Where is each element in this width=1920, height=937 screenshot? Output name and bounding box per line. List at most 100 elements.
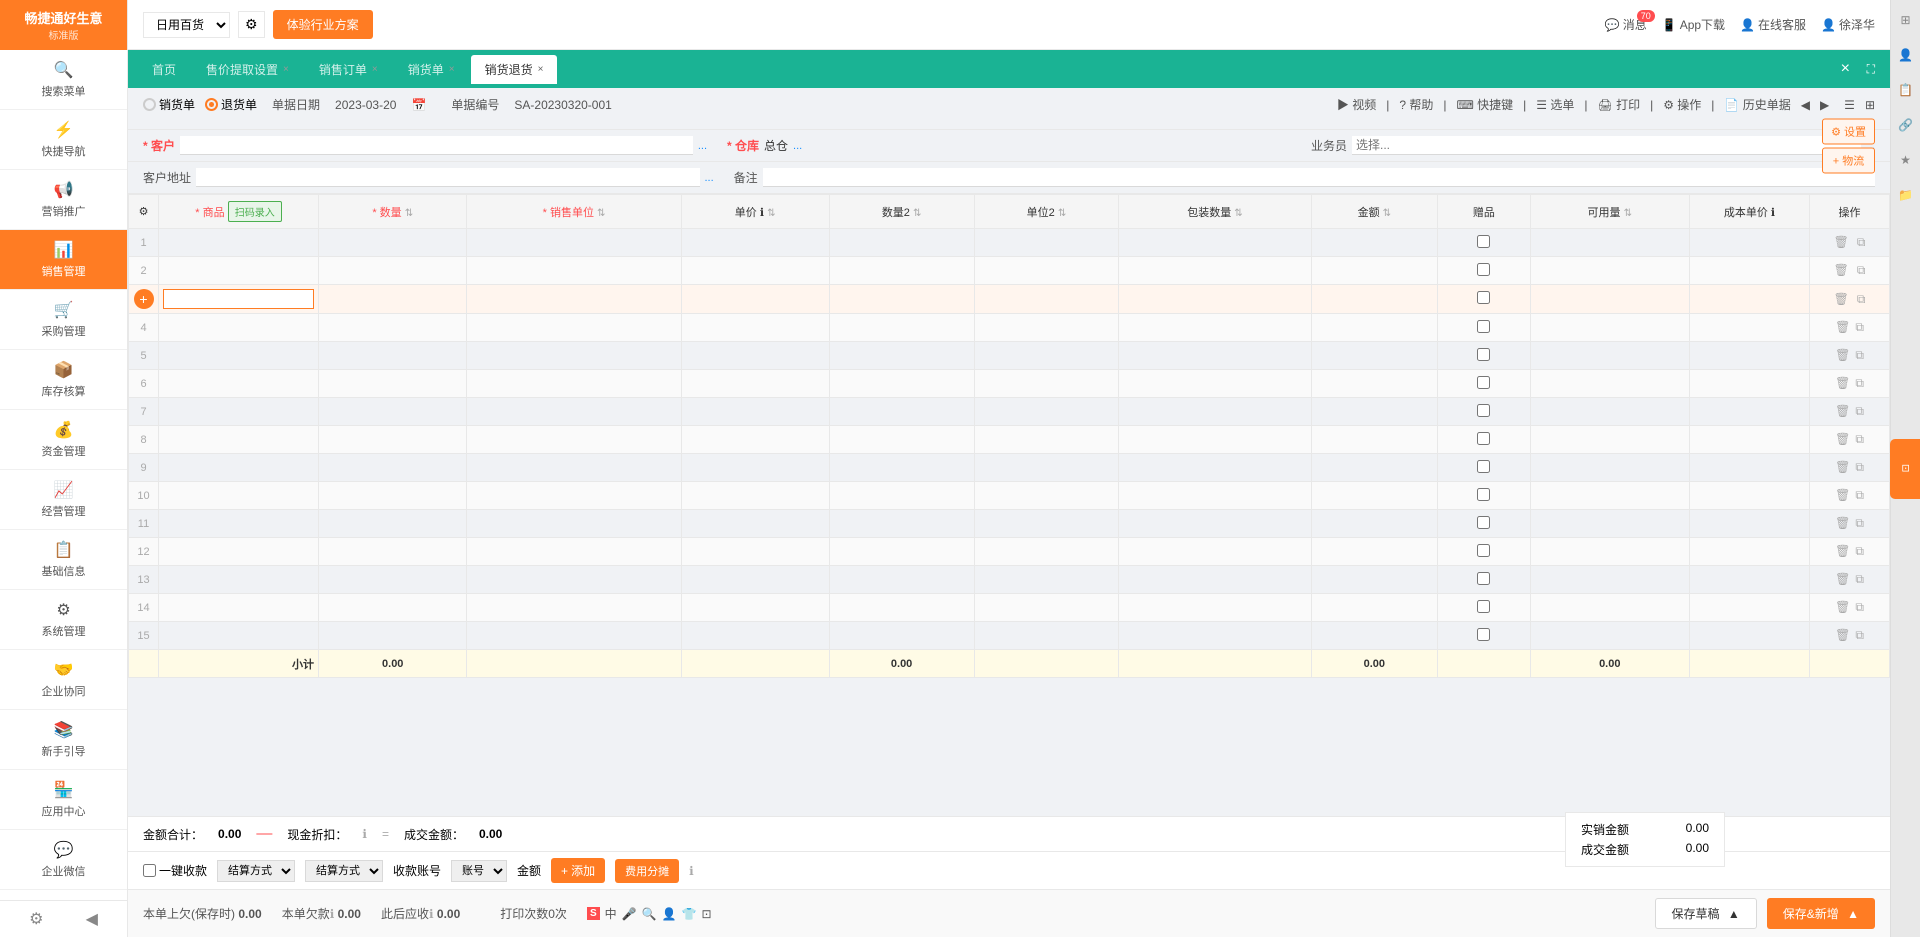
copy-icon[interactable]: ⧉ — [1855, 488, 1864, 502]
col-unit2[interactable]: 单位2 ⇅ — [974, 195, 1119, 229]
row-quantity[interactable] — [319, 257, 467, 285]
sidebar-item-system[interactable]: ⚙ 系统管理 — [0, 590, 127, 650]
copy-icon[interactable]: ⧉ — [1855, 516, 1864, 530]
gift-checkbox[interactable] — [1477, 320, 1490, 333]
row-qty2[interactable] — [829, 314, 974, 342]
copy-icon[interactable]: ⧉ — [1857, 292, 1866, 306]
gift-checkbox[interactable] — [1477, 291, 1490, 304]
copy-icon[interactable]: ⧉ — [1855, 460, 1864, 474]
row-amount[interactable] — [1311, 314, 1438, 342]
customer-input[interactable] — [180, 136, 693, 155]
row-unit2[interactable] — [974, 229, 1119, 257]
gift-checkbox[interactable] — [1477, 235, 1490, 248]
gift-checkbox[interactable] — [1477, 404, 1490, 417]
save-new-button[interactable]: 保存&新增 ▲ — [1767, 898, 1875, 929]
row-sales-unit[interactable] — [467, 285, 681, 314]
calc-method-select[interactable]: 结算方式 — [305, 860, 383, 882]
toolbar-view-grid[interactable]: ⊞ — [1865, 98, 1875, 112]
row-available[interactable] — [1530, 257, 1689, 285]
delete-icon[interactable]: 🗑 — [1834, 263, 1849, 277]
row-gift[interactable] — [1438, 285, 1530, 314]
sidebar-item-guide[interactable]: 📚 新手引导 — [0, 710, 127, 770]
col-qty2[interactable]: 数量2 ⇅ — [829, 195, 974, 229]
gift-checkbox[interactable] — [1477, 348, 1490, 361]
row-unit-price[interactable] — [681, 314, 829, 342]
remark-input[interactable] — [763, 168, 1875, 187]
radio-return[interactable]: 退货单 — [205, 96, 257, 113]
row-gift[interactable] — [1438, 314, 1530, 342]
topbar-gear-button[interactable]: ⚙ — [238, 11, 265, 38]
maximize-button[interactable]: ⛶ — [1867, 62, 1875, 77]
row-cost-price[interactable] — [1690, 314, 1810, 342]
toolbar-help-btn[interactable]: ? 帮助 — [1399, 96, 1433, 113]
radio-sales[interactable]: 销货单 — [143, 96, 195, 113]
address-select-link[interactable]: ... — [705, 172, 714, 184]
tab-sales[interactable]: 销货单 × — [394, 55, 469, 84]
gift-checkbox[interactable] — [1477, 263, 1490, 276]
gift-checkbox[interactable] — [1477, 460, 1490, 473]
right-panel-btn-2[interactable]: 👤 — [1896, 45, 1916, 65]
col-product[interactable]: * 商品 扫码录入 — [159, 195, 319, 229]
row-unit2[interactable] — [974, 257, 1119, 285]
experience-button[interactable]: 体验行业方案 — [273, 10, 373, 39]
row-cost-price[interactable] — [1690, 229, 1810, 257]
sidebar-item-inventory[interactable]: 📦 库存核算 — [0, 350, 127, 410]
add-row-button[interactable]: + — [134, 289, 154, 309]
gift-checkbox[interactable] — [1477, 572, 1490, 585]
app-download-btn[interactable]: 📱 App下载 — [1662, 16, 1725, 33]
dropdown-arrow[interactable]: ▲ — [1728, 907, 1740, 921]
tab-close-icon[interactable]: × — [372, 64, 378, 75]
row-pack-qty[interactable] — [1119, 257, 1311, 285]
tab-sales-order[interactable]: 销售订单 × — [305, 55, 392, 84]
right-panel-btn-5[interactable]: ★ — [1896, 150, 1916, 170]
sidebar-item-sales[interactable]: 📊 销售管理 — [0, 230, 127, 290]
logistics-side-btn[interactable]: + 物流 — [1822, 147, 1875, 173]
sidebar-item-basic[interactable]: 📋 基础信息 — [0, 530, 127, 590]
one-click-payment-input[interactable] — [143, 864, 156, 877]
delete-icon[interactable]: 🗑 — [1835, 404, 1850, 418]
delete-icon[interactable]: 🗑 — [1835, 432, 1850, 446]
message-badge[interactable]: 💬 70 消息 — [1604, 16, 1646, 33]
copy-icon[interactable]: ⧉ — [1855, 544, 1864, 558]
right-panel-btn-6[interactable]: 📁 — [1896, 185, 1916, 205]
sort-icon[interactable]: ⇅ — [405, 208, 413, 219]
row-pack-qty[interactable] — [1119, 229, 1311, 257]
col-sales-unit[interactable]: * 销售单位 ⇅ — [467, 195, 681, 229]
calendar-icon[interactable]: 📅 — [411, 98, 426, 112]
online-service-btn[interactable]: 👤 在线客服 — [1740, 16, 1806, 33]
copy-icon[interactable]: ⧉ — [1857, 235, 1866, 249]
row-qty2[interactable] — [829, 257, 974, 285]
delete-icon[interactable]: 🗑 — [1835, 320, 1850, 334]
sort-icon[interactable]: ⇅ — [1234, 208, 1242, 219]
fenpei-button[interactable]: 费用分摊 — [615, 859, 679, 883]
row-qty2[interactable] — [829, 285, 974, 314]
copy-icon[interactable]: ⧉ — [1855, 348, 1864, 362]
row-amount[interactable] — [1311, 257, 1438, 285]
dropdown-arrow2[interactable]: ▲ — [1847, 907, 1859, 921]
sidebar-gear-icon[interactable]: ⚙ — [29, 909, 43, 929]
customer-select-link[interactable]: ... — [698, 140, 707, 152]
row-cost-price[interactable] — [1690, 285, 1810, 314]
copy-icon[interactable]: ⧉ — [1855, 404, 1864, 418]
gift-checkbox[interactable] — [1477, 432, 1490, 445]
salesperson-input[interactable] — [1352, 136, 1861, 155]
row-pack-qty[interactable] — [1119, 314, 1311, 342]
row-product[interactable] — [159, 285, 319, 314]
sidebar-item-search[interactable]: 🔍 搜索菜单 — [0, 50, 127, 110]
address-input[interactable] — [196, 168, 699, 187]
col-amount[interactable]: 金额 ⇅ — [1311, 195, 1438, 229]
sort-icon[interactable]: ⇅ — [913, 208, 921, 219]
toolbar-view-list[interactable]: ☰ — [1844, 98, 1855, 112]
col-unit-price[interactable]: 单价 ℹ ⇅ — [681, 195, 829, 229]
delete-icon[interactable]: 🗑 — [1835, 348, 1850, 362]
toolbar-nav-next[interactable]: ▶ — [1820, 98, 1829, 112]
copy-icon[interactable]: ⧉ — [1855, 320, 1864, 334]
toolbar-history-btn[interactable]: 📄 历史单据 — [1724, 96, 1790, 113]
gift-checkbox[interactable] — [1477, 544, 1490, 557]
account-select[interactable]: 账号 — [451, 860, 507, 882]
sidebar-item-finance[interactable]: 💰 资金管理 — [0, 410, 127, 470]
col-quantity[interactable]: * 数量 ⇅ — [319, 195, 467, 229]
add-payment-button[interactable]: + 添加 — [551, 858, 605, 883]
gift-checkbox[interactable] — [1477, 628, 1490, 641]
delete-icon[interactable]: 🗑 — [1834, 292, 1849, 306]
